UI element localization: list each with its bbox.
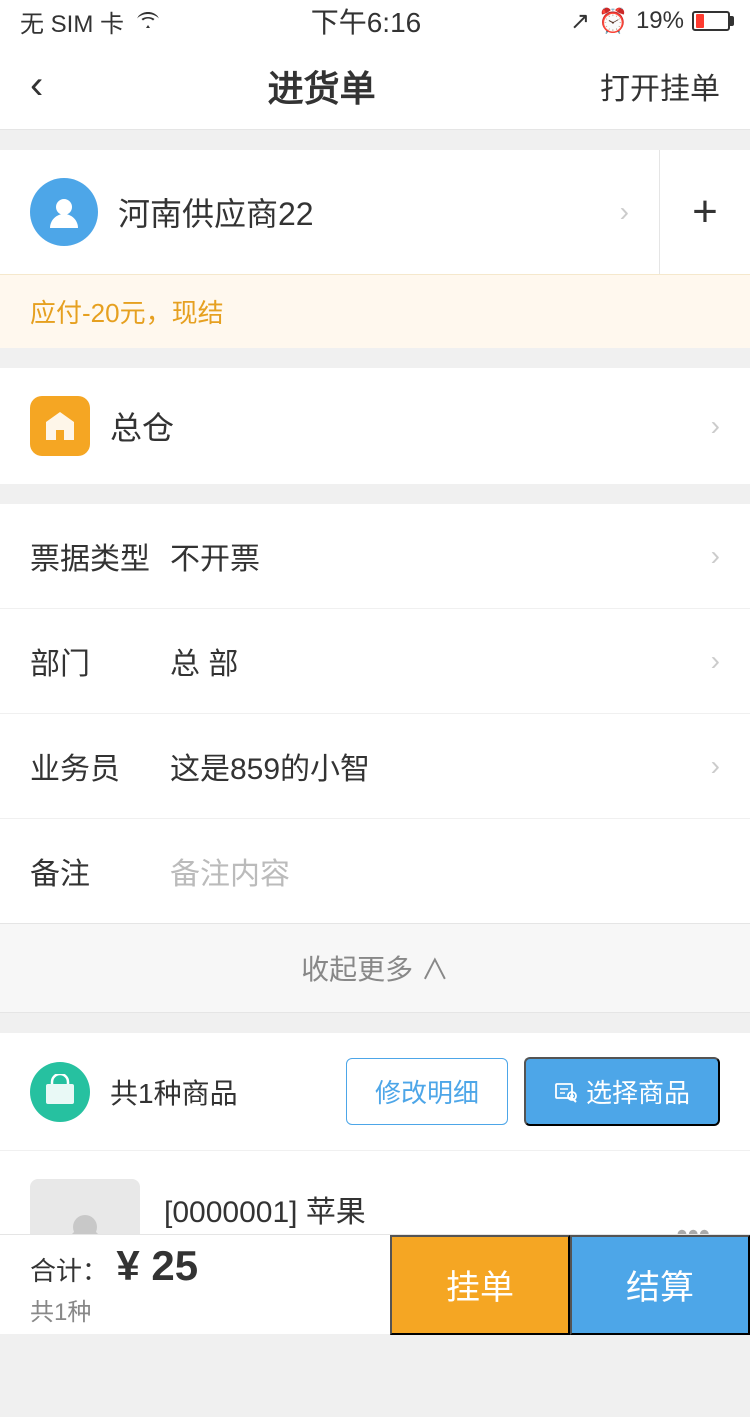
invoice-value: 不开票 xyxy=(170,534,701,578)
payment-notice: 应付-20元，现结 xyxy=(0,274,750,348)
salesperson-row[interactable]: 业务员 这是859的小智 › xyxy=(0,714,750,819)
status-left: 无 SIM 卡 xyxy=(20,4,162,39)
note-value[interactable]: 备注内容 xyxy=(170,849,720,893)
supplier-name: 河南供应商22 xyxy=(118,189,610,235)
wifi-icon xyxy=(134,7,162,36)
department-chevron-icon: › xyxy=(711,645,720,677)
nav-bar: ‹ 进货单 打开挂单 xyxy=(0,42,750,130)
note-row[interactable]: 备注 备注内容 xyxy=(0,819,750,923)
note-label: 备注 xyxy=(30,849,170,893)
products-icon xyxy=(30,1062,90,1122)
bottom-bar: 合计： ¥ 25 共1种 挂单 结算 xyxy=(0,1234,750,1334)
warehouse-name: 总仓 xyxy=(110,403,701,449)
content-area: 河南供应商22 › + 应付-20元，现结 总仓 › 票据类型 不开票 › 部门… xyxy=(0,150,750,1417)
salesperson-label: 业务员 xyxy=(30,744,170,788)
page-title: 进货单 xyxy=(268,60,376,112)
carrier-text: 无 SIM 卡 xyxy=(20,4,124,39)
warehouse-chevron-icon: › xyxy=(711,410,720,442)
total-count: 共1种 xyxy=(30,1292,360,1327)
supplier-avatar xyxy=(30,178,98,246)
product-title: 苹果 xyxy=(306,1196,366,1229)
select-product-button[interactable]: 选择商品 xyxy=(524,1057,720,1126)
invoice-label: 票据类型 xyxy=(30,534,170,578)
invoice-chevron-icon: › xyxy=(711,540,720,572)
collapse-button[interactable]: 收起更多 ∧ xyxy=(301,954,449,985)
checkout-button[interactable]: 结算 xyxy=(570,1235,750,1335)
form-section: 票据类型 不开票 › 部门 总 部 › 业务员 这是859的小智 › 备注 备注… xyxy=(0,504,750,923)
total-amount: ¥ 25 xyxy=(116,1242,198,1289)
supplier-selector[interactable]: 河南供应商22 › xyxy=(0,150,660,274)
collapse-section: 收起更多 ∧ xyxy=(0,923,750,1013)
supplier-chevron-icon: › xyxy=(620,196,629,228)
open-pending-button[interactable]: 打开挂单 xyxy=(600,64,720,108)
supplier-section: 河南供应商22 › + xyxy=(0,150,750,274)
back-button[interactable]: ‹ xyxy=(30,63,43,108)
status-right: ↗ ⏰ 19% xyxy=(570,7,730,36)
battery-percent: 19% xyxy=(636,7,684,35)
status-time: 下午6:16 xyxy=(311,1,422,41)
salesperson-chevron-icon: › xyxy=(711,750,720,782)
department-value: 总 部 xyxy=(170,639,701,683)
location-icon: ↗ xyxy=(570,7,590,36)
salesperson-value: 这是859的小智 xyxy=(170,744,701,788)
total-section: 合计： ¥ 25 共1种 xyxy=(0,1242,390,1327)
hang-button[interactable]: 挂单 xyxy=(390,1235,570,1335)
department-row[interactable]: 部门 总 部 › xyxy=(0,609,750,714)
products-count: 共1种商品 xyxy=(110,1072,346,1112)
warehouse-icon xyxy=(30,396,90,456)
add-supplier-button[interactable]: + xyxy=(660,150,750,274)
product-code: [0000001] xyxy=(164,1196,297,1229)
total-row: 合计： ¥ 25 xyxy=(30,1242,360,1290)
edit-detail-button[interactable]: 修改明细 xyxy=(346,1058,508,1125)
products-header: 共1种商品 修改明细 选择商品 xyxy=(0,1033,750,1150)
product-name: [0000001] 苹果 xyxy=(164,1187,666,1231)
select-product-label: 选择商品 xyxy=(586,1073,690,1110)
status-bar: 无 SIM 卡 下午6:16 ↗ ⏰ 19% xyxy=(0,0,750,42)
total-label: 合计： xyxy=(30,1256,108,1286)
warehouse-section[interactable]: 总仓 › xyxy=(0,368,750,484)
department-label: 部门 xyxy=(30,639,170,683)
battery-icon xyxy=(692,11,730,31)
invoice-row[interactable]: 票据类型 不开票 › xyxy=(0,504,750,609)
alarm-icon: ⏰ xyxy=(598,7,628,36)
